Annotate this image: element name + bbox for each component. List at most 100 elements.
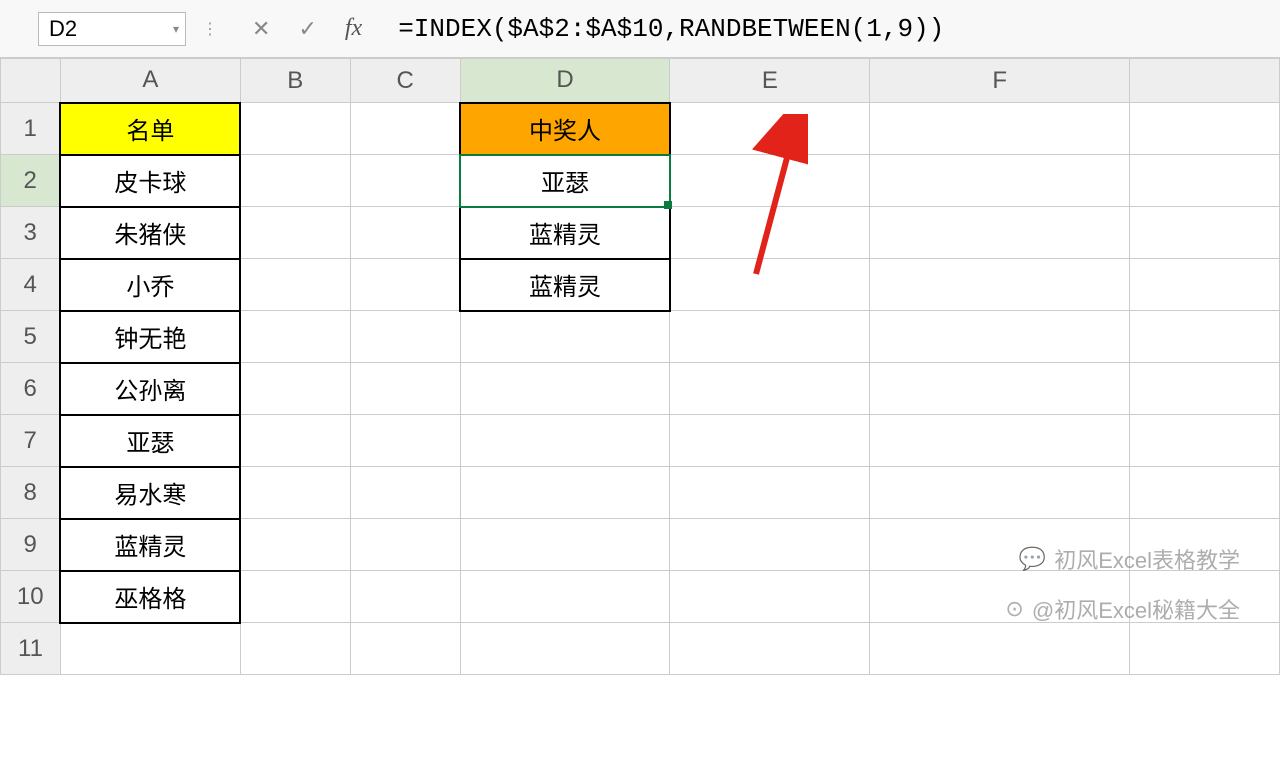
cell-A7[interactable]: 亚瑟: [60, 415, 240, 467]
col-header-B[interactable]: B: [240, 59, 350, 103]
cell-A10[interactable]: 巫格格: [60, 571, 240, 623]
cell-C7[interactable]: [350, 415, 460, 467]
cell-G2[interactable]: [1130, 155, 1280, 207]
cell-E1[interactable]: [670, 103, 870, 155]
cell-G4[interactable]: [1130, 259, 1280, 311]
cell-D8[interactable]: [460, 467, 670, 519]
col-header-C[interactable]: C: [350, 59, 460, 103]
cell-E8[interactable]: [670, 467, 870, 519]
cell-B3[interactable]: [240, 207, 350, 259]
cell-B4[interactable]: [240, 259, 350, 311]
cell-F6[interactable]: [870, 363, 1130, 415]
cell-A11[interactable]: [60, 623, 240, 675]
cell-F5[interactable]: [870, 311, 1130, 363]
col-header-D[interactable]: D: [460, 59, 670, 103]
cell-D7[interactable]: [460, 415, 670, 467]
select-all-corner[interactable]: [1, 59, 61, 103]
cell-G7[interactable]: [1130, 415, 1280, 467]
cell-C3[interactable]: [350, 207, 460, 259]
row-header-2[interactable]: 2: [1, 155, 61, 207]
cell-A9[interactable]: 蓝精灵: [60, 519, 240, 571]
cell-C11[interactable]: [350, 623, 460, 675]
row-header-6[interactable]: 6: [1, 363, 61, 415]
cell-F1[interactable]: [870, 103, 1130, 155]
cell-D11[interactable]: [460, 623, 670, 675]
cell-E10[interactable]: [670, 571, 870, 623]
cell-E4[interactable]: [670, 259, 870, 311]
cell-A4[interactable]: 小乔: [60, 259, 240, 311]
cell-B9[interactable]: [240, 519, 350, 571]
cell-D9[interactable]: [460, 519, 670, 571]
cell-D4[interactable]: 蓝精灵: [460, 259, 670, 311]
cell-F11[interactable]: [870, 623, 1130, 675]
cell-D5[interactable]: [460, 311, 670, 363]
cell-C8[interactable]: [350, 467, 460, 519]
cell-D2[interactable]: 亚瑟: [460, 155, 670, 207]
row-header-9[interactable]: 9: [1, 519, 61, 571]
cell-A5[interactable]: 钟无艳: [60, 311, 240, 363]
cell-D6[interactable]: [460, 363, 670, 415]
cell-F4[interactable]: [870, 259, 1130, 311]
row-header-7[interactable]: 7: [1, 415, 61, 467]
cell-F7[interactable]: [870, 415, 1130, 467]
cell-C6[interactable]: [350, 363, 460, 415]
cell-G11[interactable]: [1130, 623, 1280, 675]
fx-icon[interactable]: fx: [345, 15, 362, 42]
cell-B11[interactable]: [240, 623, 350, 675]
cell-B10[interactable]: [240, 571, 350, 623]
cell-C4[interactable]: [350, 259, 460, 311]
col-header-E[interactable]: E: [670, 59, 870, 103]
cell-E6[interactable]: [670, 363, 870, 415]
cell-B6[interactable]: [240, 363, 350, 415]
cell-D3[interactable]: 蓝精灵: [460, 207, 670, 259]
name-box[interactable]: D2: [38, 12, 186, 46]
cell-B2[interactable]: [240, 155, 350, 207]
cell-F2[interactable]: [870, 155, 1130, 207]
row-header-10[interactable]: 10: [1, 571, 61, 623]
cell-C9[interactable]: [350, 519, 460, 571]
cell-D10[interactable]: [460, 571, 670, 623]
cell-A8[interactable]: 易水寒: [60, 467, 240, 519]
cancel-icon[interactable]: ✕: [252, 16, 270, 42]
cell-F3[interactable]: [870, 207, 1130, 259]
divider-icon: ⋮: [186, 19, 234, 39]
cell-E7[interactable]: [670, 415, 870, 467]
cell-G8[interactable]: [1130, 467, 1280, 519]
cell-G1[interactable]: [1130, 103, 1280, 155]
cell-B7[interactable]: [240, 415, 350, 467]
cell-G3[interactable]: [1130, 207, 1280, 259]
row-header-5[interactable]: 5: [1, 311, 61, 363]
cell-A3[interactable]: 朱猪侠: [60, 207, 240, 259]
cell-G5[interactable]: [1130, 311, 1280, 363]
cell-B8[interactable]: [240, 467, 350, 519]
col-header-F[interactable]: F: [870, 59, 1130, 103]
cell-E11[interactable]: [670, 623, 870, 675]
cell-C1[interactable]: [350, 103, 460, 155]
cell-E2[interactable]: [670, 155, 870, 207]
cell-C5[interactable]: [350, 311, 460, 363]
row-header-1[interactable]: 1: [1, 103, 61, 155]
cell-F8[interactable]: [870, 467, 1130, 519]
formula-input[interactable]: =INDEX($A$2:$A$10,RANDBETWEEN(1,9)): [380, 14, 1280, 44]
row-header-4[interactable]: 4: [1, 259, 61, 311]
cell-E5[interactable]: [670, 311, 870, 363]
cell-A6[interactable]: 公孙离: [60, 363, 240, 415]
cell-C10[interactable]: [350, 571, 460, 623]
col-header-extra[interactable]: [1130, 59, 1280, 103]
spreadsheet-grid[interactable]: A B C D E F 1 名单 中奖人 2 皮卡球 亚瑟 3 朱猪侠 蓝精灵: [0, 58, 1280, 675]
watermark-1: 💬 初风Excel表格教学: [1019, 543, 1240, 575]
cell-C2[interactable]: [350, 155, 460, 207]
row-header-3[interactable]: 3: [1, 207, 61, 259]
row-header-8[interactable]: 8: [1, 467, 61, 519]
confirm-icon[interactable]: ✓: [298, 16, 316, 42]
cell-B5[interactable]: [240, 311, 350, 363]
col-header-A[interactable]: A: [60, 59, 240, 103]
cell-D1[interactable]: 中奖人: [460, 103, 670, 155]
cell-E9[interactable]: [670, 519, 870, 571]
cell-A2[interactable]: 皮卡球: [60, 155, 240, 207]
cell-A1[interactable]: 名单: [60, 103, 240, 155]
cell-B1[interactable]: [240, 103, 350, 155]
cell-G6[interactable]: [1130, 363, 1280, 415]
cell-E3[interactable]: [670, 207, 870, 259]
row-header-11[interactable]: 11: [1, 623, 61, 675]
